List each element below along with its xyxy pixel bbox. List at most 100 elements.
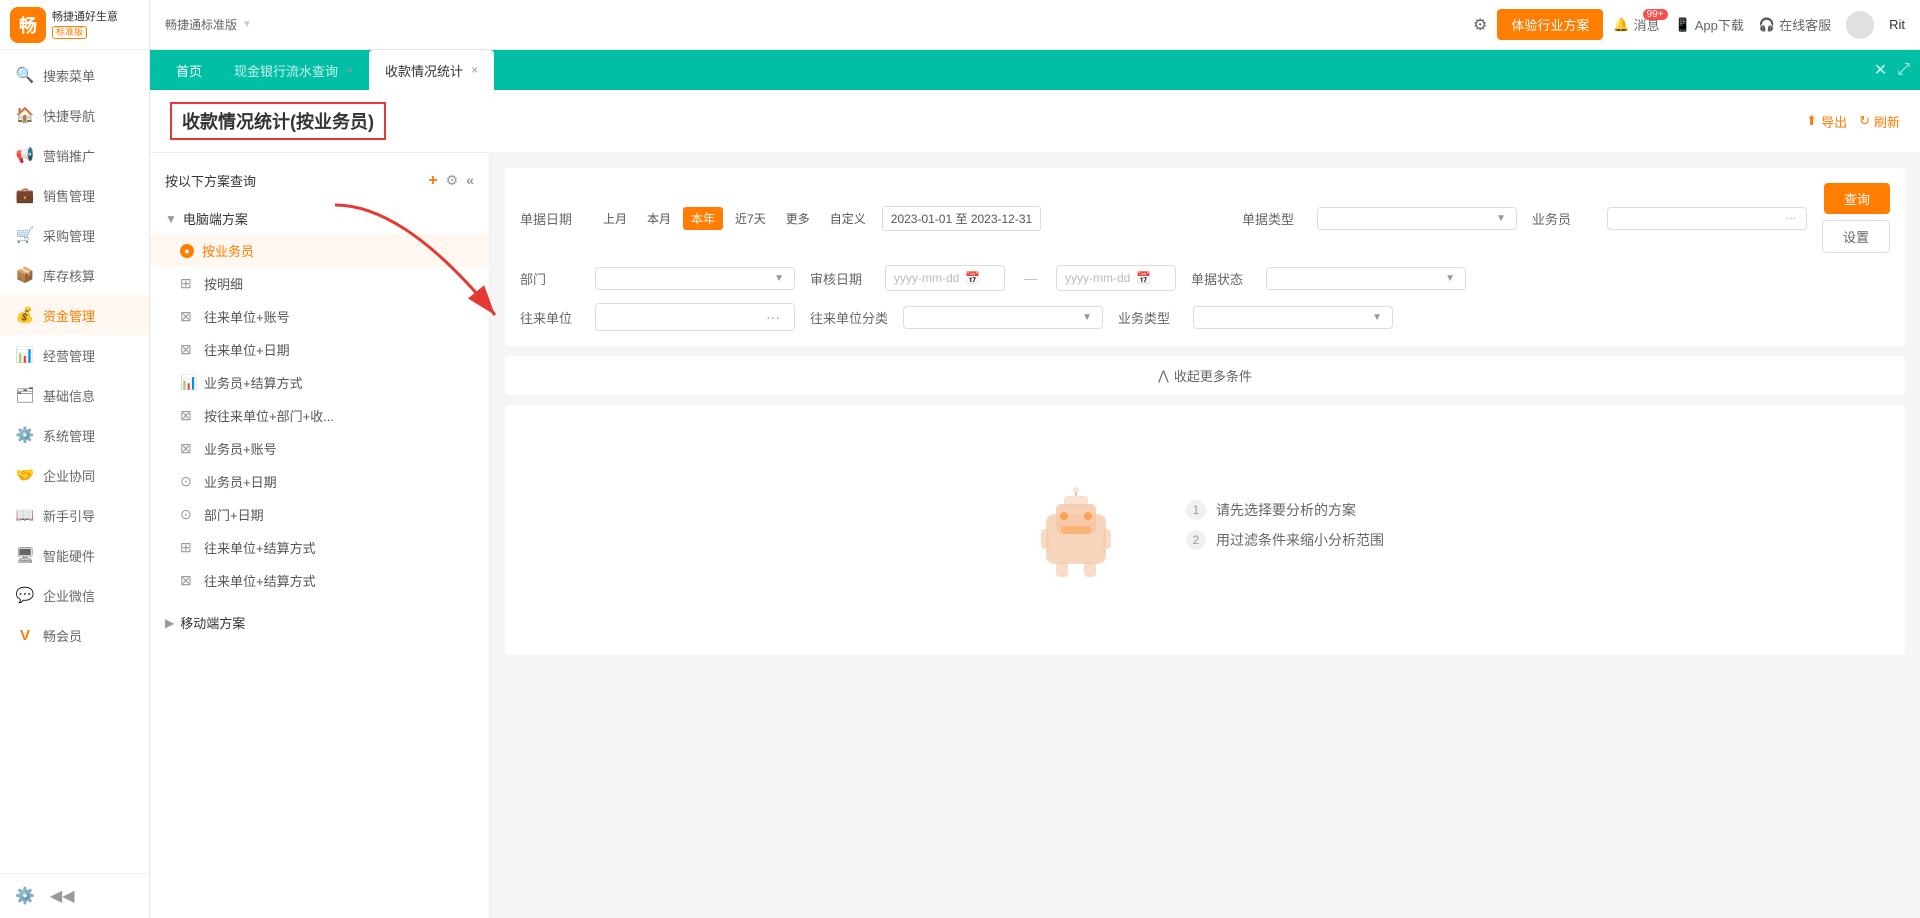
- biz-type-select[interactable]: ▼: [1193, 306, 1393, 329]
- top-header: 畅捷通标准版 ▼ ⚙ 体验行业方案 🔔 消息 99+ 📱 App下载 🎧 在线客…: [150, 0, 1920, 50]
- sidebar-item-label: 营销推广: [43, 146, 95, 165]
- filter-section: 单据日期 上月 本月 本年 近7天 更多 自定义 2023-01-01 至 20…: [505, 168, 1905, 346]
- refresh-button[interactable]: ↻ 刷新: [1859, 112, 1900, 131]
- partner-select[interactable]: ···: [595, 303, 795, 331]
- unit-settle2-icon: ⊠: [180, 572, 196, 589]
- date-tab-this-month[interactable]: 本月: [639, 207, 679, 230]
- sidebar-item-guide[interactable]: 📖 新手引导: [0, 495, 149, 535]
- review-date-end[interactable]: yyyy-mm-dd 📅: [1056, 265, 1176, 291]
- date-tab-last-month[interactable]: 上月: [595, 207, 635, 230]
- date-label: 单据日期: [520, 209, 580, 228]
- sidebar-item-basic[interactable]: 🗂 基础信息: [0, 375, 149, 415]
- scheme-item-unit-settle2[interactable]: ⊠ 往来单位+结算方式: [150, 564, 489, 597]
- filter-actions: 查询 设置: [1822, 183, 1890, 253]
- partner-category-select[interactable]: ▼: [903, 306, 1103, 329]
- filter-row-3: 往来单位 ··· 往来单位分类 ▼ 业务类型 ▼: [520, 303, 1890, 331]
- app-download-button[interactable]: 📱 App下载: [1675, 15, 1744, 34]
- header-breadcrumb: 畅捷通标准版 ▼: [165, 16, 1463, 33]
- sidebar-item-wechat[interactable]: 💬 企业微信: [0, 575, 149, 615]
- sidebar-item-hardware[interactable]: 🖥 智能硬件: [0, 535, 149, 575]
- system-icon: ⚙️: [15, 425, 35, 445]
- user-name: Rit: [1889, 17, 1905, 32]
- scheme-item-unit-dept-recv[interactable]: ⊠ 按往来单位+部门+收...: [150, 399, 489, 432]
- tab-receivable-close-icon[interactable]: ×: [471, 63, 478, 77]
- sidebar-item-marketing[interactable]: 📢 营销推广: [0, 135, 149, 175]
- doc-type-select[interactable]: ▼: [1317, 207, 1517, 230]
- scheme-item-staff-account[interactable]: ⊠ 业务员+账号: [150, 432, 489, 465]
- tab-receivable[interactable]: 收款情况统计 ×: [369, 50, 494, 90]
- tab-home[interactable]: 首页: [160, 50, 218, 90]
- calendar-end-icon[interactable]: 📅: [1136, 271, 1151, 285]
- sidebar-item-system[interactable]: ⚙️ 系统管理: [0, 415, 149, 455]
- step-1-number: 1: [1186, 500, 1206, 520]
- tab-bank-close-icon[interactable]: ×: [346, 63, 353, 77]
- chevron-down-icon: ▼: [165, 212, 177, 226]
- staff-select[interactable]: ···: [1607, 207, 1807, 230]
- unit-account-icon: ⊠: [180, 308, 196, 325]
- date-tab-7days[interactable]: 近7天: [727, 207, 774, 230]
- calendar-start-icon[interactable]: 📅: [965, 271, 980, 285]
- sidebar-item-label: 搜索菜单: [43, 66, 95, 85]
- sales-icon: 💼: [15, 185, 35, 205]
- sidebar-item-inventory[interactable]: 📦 库存核算: [0, 255, 149, 295]
- scheme-item-by-detail[interactable]: ⊞ 按明细: [150, 267, 489, 300]
- collapse-more-conditions-button[interactable]: ⋀ 收起更多条件: [505, 356, 1905, 395]
- collapse-sidebar-icon[interactable]: ◀◀: [50, 886, 75, 906]
- scheme-item-unit-date[interactable]: ⊠ 往来单位+日期: [150, 333, 489, 366]
- scheme-item-staff-date[interactable]: ⊙ 业务员+日期: [150, 465, 489, 498]
- settings-button[interactable]: 设置: [1822, 220, 1890, 253]
- date-tab-more[interactable]: 更多: [778, 207, 818, 230]
- partner-dots-icon[interactable]: ···: [762, 309, 784, 325]
- add-scheme-icon[interactable]: +: [428, 172, 437, 190]
- scheme-group-mobile-title[interactable]: ▶ 移动端方案: [150, 607, 489, 638]
- collapse-panel-icon[interactable]: «: [466, 172, 474, 190]
- scheme-item-by-staff[interactable]: ● 按业务员: [150, 234, 489, 267]
- hardware-icon: 🖥: [15, 545, 35, 565]
- header-gear-icon[interactable]: ⚙: [1473, 15, 1487, 35]
- scheme-item-staff-settle[interactable]: 📊 业务员+结算方式: [150, 366, 489, 399]
- empty-illustration: [1026, 474, 1126, 587]
- scheme-item-unit-account[interactable]: ⊠ 往来单位+账号: [150, 300, 489, 333]
- scheme-item-label: 按往来单位+部门+收...: [204, 406, 334, 425]
- sidebar-item-sales[interactable]: 💼 销售管理: [0, 175, 149, 215]
- wechat-icon: 💬: [15, 585, 35, 605]
- sidebar-item-finance[interactable]: 💰 资金管理: [0, 295, 149, 335]
- doc-status-select[interactable]: ▼: [1266, 267, 1466, 290]
- user-avatar[interactable]: [1846, 11, 1874, 39]
- sidebar-item-operation[interactable]: 📊 经营管理: [0, 335, 149, 375]
- sidebar-bottom: ⚙️ ◀◀: [0, 873, 149, 918]
- message-badge: 99+: [1643, 9, 1668, 20]
- export-button[interactable]: ⬆ 导出: [1806, 112, 1847, 131]
- close-window-icon[interactable]: ✕: [1874, 60, 1887, 80]
- scheme-group-mobile: ▶ 移动端方案: [150, 602, 489, 643]
- query-button[interactable]: 查询: [1824, 183, 1890, 214]
- settings-bottom-icon[interactable]: ⚙️: [15, 886, 35, 906]
- mobile-group-label: 移动端方案: [180, 613, 245, 632]
- main-content: 收款情况统计(按业务员) ⬆ 导出 ↻ 刷新 按以下方案查询 + ⚙ «: [150, 90, 1920, 918]
- scheme-button[interactable]: 体验行业方案: [1497, 9, 1603, 40]
- scheme-group-pc-title[interactable]: ▼ 电脑端方案: [150, 203, 489, 234]
- sidebar-item-purchase[interactable]: 🛒 采购管理: [0, 215, 149, 255]
- sidebar: 畅 畅捷通好生意 标准版 🔍 搜索菜单 🏠 快捷导航 📢 营销推广 💼 销售管理…: [0, 0, 150, 918]
- logo-text: 畅捷通好生意 标准版: [52, 10, 118, 40]
- tab-bank[interactable]: 现金银行流水查询 ×: [218, 50, 369, 90]
- review-date-start[interactable]: yyyy-mm-dd 📅: [885, 265, 1005, 291]
- dept-date-icon: ⊙: [180, 506, 196, 523]
- scheme-item-label: 业务员+账号: [204, 439, 277, 458]
- online-service-button[interactable]: 🎧 在线客服: [1759, 15, 1831, 34]
- scheme-item-unit-settle1[interactable]: ⊞ 往来单位+结算方式: [150, 531, 489, 564]
- date-tab-custom[interactable]: 自定义: [822, 207, 874, 230]
- sidebar-item-member[interactable]: V 畅会员: [0, 615, 149, 655]
- scheme-settings-icon[interactable]: ⚙: [446, 172, 459, 190]
- sidebar-item-quick-nav[interactable]: 🏠 快捷导航: [0, 95, 149, 135]
- sidebar-item-search-menu[interactable]: 🔍 搜索菜单: [0, 55, 149, 95]
- dept-select[interactable]: ▼: [595, 267, 795, 290]
- sidebar-item-enterprise[interactable]: 🤝 企业协同: [0, 455, 149, 495]
- message-button[interactable]: 🔔 消息 99+: [1613, 15, 1659, 34]
- scheme-item-dept-date[interactable]: ⊙ 部门+日期: [150, 498, 489, 531]
- sidebar-item-label: 新手引导: [43, 506, 95, 525]
- date-tab-this-year[interactable]: 本年: [683, 207, 723, 230]
- date-range-value[interactable]: 2023-01-01 至 2023-12-31: [882, 206, 1041, 231]
- maximize-window-icon[interactable]: ⤢: [1897, 61, 1910, 79]
- dept-chevron-icon: ▼: [774, 273, 784, 284]
